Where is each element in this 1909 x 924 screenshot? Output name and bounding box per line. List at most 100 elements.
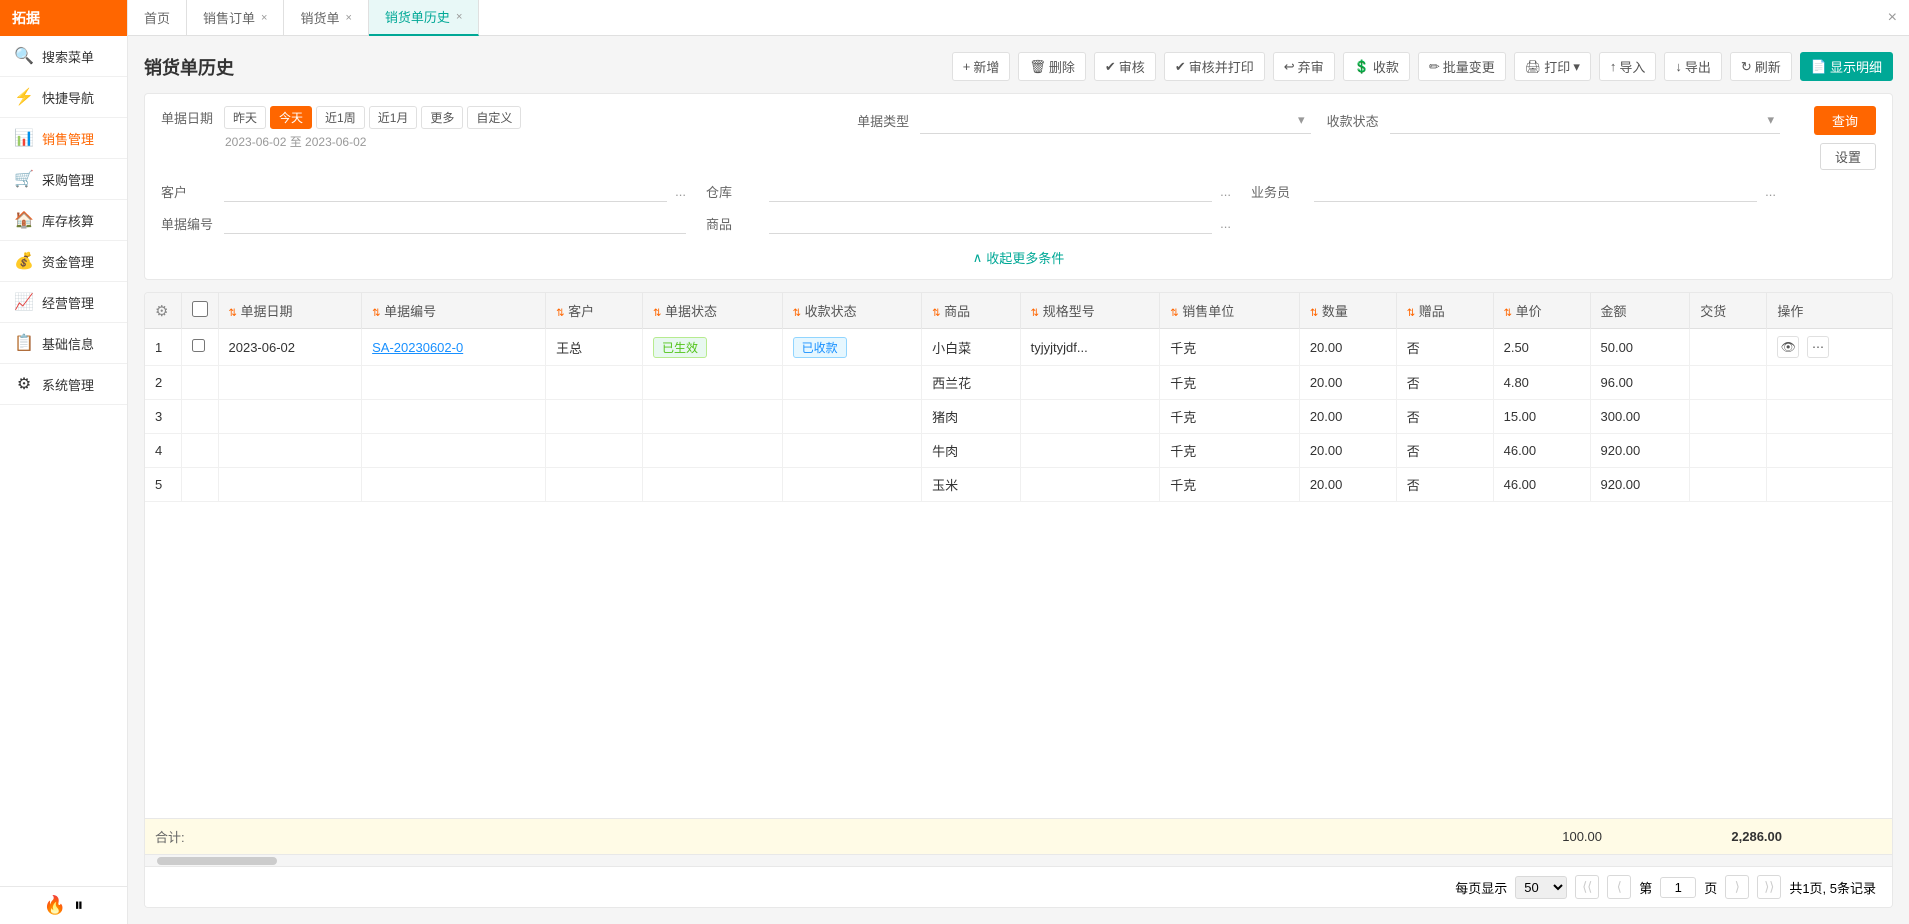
sidebar-item-search-menu[interactable]: 🔍 搜索菜单 <box>0 36 127 77</box>
row-collect-status-cell: 已收款 <box>782 329 922 366</box>
doc-type-input[interactable] <box>926 109 1298 130</box>
tab-sales-history[interactable]: 销货单历史 × <box>369 0 479 36</box>
doc-no-filter: 单据编号 <box>161 212 686 234</box>
col-customer[interactable]: ⇅ 客户 <box>546 293 643 329</box>
salesperson-filter: 业务员 ... <box>1251 180 1776 202</box>
col-goods[interactable]: ⇅ 商品 <box>922 293 1021 329</box>
table-footer: 合计: 100.00 2,286.00 <box>145 818 1892 854</box>
doc-no-link[interactable]: SA-20230602-0 <box>372 340 463 355</box>
sidebar-item-quick-nav[interactable]: ⚡ 快捷导航 <box>0 77 127 118</box>
date-btn-yesterday[interactable]: 昨天 <box>224 106 266 129</box>
select-all-checkbox[interactable] <box>192 301 208 317</box>
customer-input[interactable] <box>224 180 667 202</box>
row-checkbox-cell[interactable] <box>181 366 218 400</box>
row-customer-cell <box>546 366 643 400</box>
collect-button[interactable]: 💲 收款 <box>1343 52 1410 81</box>
more-action-icon[interactable]: ⋯ <box>1807 336 1829 358</box>
sidebar-item-sales-mgmt[interactable]: 📊 销售管理 <box>0 118 127 159</box>
col-gear[interactable]: ⚙ <box>145 293 181 329</box>
tab-sales-order[interactable]: 销售订单 × <box>187 0 284 36</box>
fire-icon[interactable]: 🔥 <box>44 895 66 916</box>
basic-info-icon: 📋 <box>14 333 34 353</box>
discard-button[interactable]: ↩ 弃审 <box>1273 52 1335 81</box>
goods-picker-btn[interactable]: ... <box>1220 216 1231 231</box>
col-gift[interactable]: ⇅ 赠品 <box>1396 293 1493 329</box>
row-checkbox-cell[interactable] <box>181 468 218 502</box>
batch-change-button[interactable]: ✏ 批量变更 <box>1418 52 1506 81</box>
add-button[interactable]: + 新增 <box>952 52 1011 81</box>
warehouse-input[interactable] <box>769 180 1212 202</box>
sidebar-item-inventory-calc[interactable]: 🏠 库存核算 <box>0 200 127 241</box>
row-checkbox-cell[interactable] <box>181 400 218 434</box>
set-button[interactable]: 设置 <box>1820 143 1876 170</box>
sidebar-item-sys-mgmt[interactable]: ⚙ 系统管理 <box>0 364 127 405</box>
col-qty[interactable]: ⇅ 数量 <box>1299 293 1396 329</box>
audit-button[interactable]: ✔ 审核 <box>1094 52 1156 81</box>
date-btn-last7[interactable]: 近1周 <box>316 106 365 129</box>
date-btn-last-month[interactable]: 近1月 <box>369 106 418 129</box>
view-action-icon[interactable]: 👁 <box>1777 336 1799 358</box>
sidebar-item-biz-mgmt[interactable]: 📈 经营管理 <box>0 282 127 323</box>
print-button[interactable]: 🖨 打印 ▾ <box>1514 52 1591 81</box>
col-checkbox[interactable] <box>181 293 218 329</box>
window-close-button[interactable]: × <box>1876 9 1909 27</box>
export-button[interactable]: ↓ 导出 <box>1664 52 1722 81</box>
customer-picker-btn[interactable]: ... <box>675 184 686 199</box>
row-checkbox-cell[interactable] <box>181 434 218 468</box>
tab-sales-order-close[interactable]: × <box>261 12 267 24</box>
date-btn-custom[interactable]: 自定义 <box>467 106 521 129</box>
pause-icon[interactable]: ⏸ <box>74 895 83 916</box>
audit-icon: ✔ <box>1105 59 1116 75</box>
row-gift-cell: 否 <box>1396 329 1493 366</box>
sidebar-item-fund-mgmt[interactable]: 💰 资金管理 <box>0 241 127 282</box>
prev-page-button[interactable]: ⟨ <box>1607 875 1631 899</box>
row-transaction-cell <box>1690 366 1767 400</box>
delete-button[interactable]: 🗑 删除 <box>1018 52 1086 81</box>
date-range-buttons: 昨天 今天 近1周 近1月 更多 自定义 <box>224 106 521 129</box>
audit-print-button[interactable]: ✔ 审核并打印 <box>1164 52 1265 81</box>
col-unit[interactable]: ⇅ 销售单位 <box>1160 293 1300 329</box>
row-checkbox[interactable] <box>192 339 205 352</box>
next-page-button[interactable]: ⟩ <box>1725 875 1749 899</box>
tab-sales-history-close[interactable]: × <box>456 11 462 23</box>
collapse-button[interactable]: ∧ 收起更多条件 <box>161 244 1876 267</box>
page-title: 销货单历史 <box>144 54 540 80</box>
doc-type-select-wrapper[interactable]: ▾ <box>920 106 1310 134</box>
tab-sales-goods-close[interactable]: × <box>345 12 351 24</box>
warehouse-picker-btn[interactable]: ... <box>1220 184 1231 199</box>
col-doc-status[interactable]: ⇅ 单据状态 <box>643 293 783 329</box>
row-checkbox-cell[interactable] <box>181 329 218 366</box>
sidebar-item-basic-info[interactable]: 📋 基础信息 <box>0 323 127 364</box>
customer-label: 客户 <box>161 182 216 201</box>
table-settings-icon[interactable]: ⚙ <box>155 303 168 320</box>
date-btn-today[interactable]: 今天 <box>270 106 312 129</box>
row-qty-cell: 20.00 <box>1299 366 1396 400</box>
col-unit-price[interactable]: ⇅ 单价 <box>1493 293 1590 329</box>
page-number-input[interactable] <box>1660 877 1696 898</box>
col-spec[interactable]: ⇅ 规格型号 <box>1020 293 1160 329</box>
row-qty-cell: 20.00 <box>1299 400 1396 434</box>
date-btn-more[interactable]: 更多 <box>421 106 463 129</box>
col-date[interactable]: ⇅ 单据日期 <box>218 293 362 329</box>
query-button[interactable]: 查询 <box>1814 106 1876 135</box>
tab-sales-goods[interactable]: 销货单 × <box>284 0 368 36</box>
row-num-cell: 1 <box>145 329 181 366</box>
last-page-button[interactable]: ⟩⟩ <box>1757 875 1781 899</box>
horizontal-scrollbar[interactable] <box>145 854 1892 866</box>
per-page-select[interactable]: 20 50 100 <box>1515 876 1567 899</box>
import-button[interactable]: ↑ 导入 <box>1599 52 1657 81</box>
refresh-button[interactable]: ↻ 刷新 <box>1730 52 1792 81</box>
sidebar-item-purchase-mgmt[interactable]: 🛒 采购管理 <box>0 159 127 200</box>
scroll-thumb[interactable] <box>157 857 277 865</box>
col-doc-no[interactable]: ⇅ 单据编号 <box>362 293 546 329</box>
collect-status-input[interactable] <box>1396 109 1768 130</box>
goods-input[interactable] <box>769 212 1212 234</box>
doc-no-input[interactable] <box>224 212 686 234</box>
tab-home[interactable]: 首页 <box>128 0 187 36</box>
col-collect-status[interactable]: ⇅ 收款状态 <box>782 293 922 329</box>
first-page-button[interactable]: ⟨⟨ <box>1575 875 1599 899</box>
salesperson-picker-btn[interactable]: ... <box>1765 184 1776 199</box>
show-detail-button[interactable]: 📄 显示明细 <box>1800 52 1893 81</box>
collect-status-select-wrapper[interactable]: ▾ <box>1390 106 1780 134</box>
salesperson-input[interactable] <box>1314 180 1757 202</box>
